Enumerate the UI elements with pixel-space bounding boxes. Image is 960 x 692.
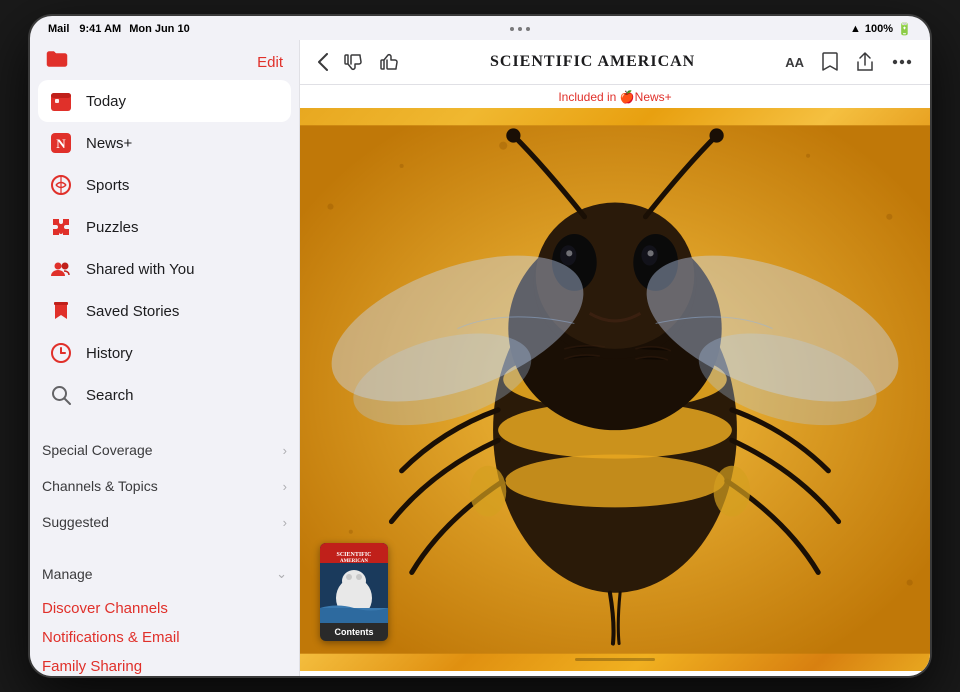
back-button[interactable]	[314, 49, 332, 75]
status-date: Mon Jun 10	[129, 23, 190, 35]
contents-label: Contents	[320, 623, 388, 641]
suggested-label: Suggested	[42, 514, 109, 530]
main-layout: Edit Today	[30, 40, 930, 676]
status-center	[510, 27, 530, 31]
news-plus-brand: 🍎News+	[620, 90, 672, 104]
shared-icon	[48, 256, 74, 282]
like-button[interactable]	[376, 48, 404, 76]
status-left: Mail 9:41 AM Mon Jun 10	[48, 23, 190, 35]
bookmark-button[interactable]	[818, 48, 842, 76]
family-sharing-link[interactable]: Family Sharing	[42, 652, 287, 676]
battery-icon: 🔋	[897, 22, 912, 36]
manage-links: Discover Channels Notifications & Email …	[30, 592, 299, 676]
svg-text:SCIENTIFIC: SCIENTIFIC	[336, 552, 371, 558]
article-title: SCIENTIFIC AMERICAN	[490, 53, 695, 71]
sidebar-item-shared[interactable]: Shared with You	[38, 248, 291, 290]
status-right: ▲ 100% 🔋	[850, 22, 912, 36]
ipad-frame: Mail 9:41 AM Mon Jun 10 ▲ 100% 🔋	[30, 16, 930, 676]
manage-chevron: ⌄	[276, 566, 287, 582]
status-mail: Mail	[48, 23, 69, 35]
svg-text:AMERICAN: AMERICAN	[340, 559, 368, 564]
history-icon	[48, 340, 74, 366]
article-content: Included in 🍎News+	[300, 85, 930, 676]
svg-text:N: N	[56, 136, 66, 151]
sidebar-header: Edit	[30, 40, 299, 80]
history-label: History	[86, 345, 133, 362]
manage-header[interactable]: Manage ⌄	[30, 556, 299, 592]
notifications-email-link[interactable]: Notifications & Email	[42, 623, 287, 652]
battery-percentage: 100%	[865, 23, 893, 35]
saved-icon	[48, 298, 74, 324]
toolbar-left	[314, 48, 404, 76]
more-button[interactable]	[888, 55, 916, 69]
text-size-button[interactable]: AA	[781, 51, 808, 74]
search-icon	[48, 382, 74, 408]
sidebar-nav: Today N News+	[30, 80, 299, 416]
manage-label: Manage	[42, 566, 93, 582]
sidebar-item-sports[interactable]: Sports	[38, 164, 291, 206]
folder-icon	[46, 50, 68, 74]
sports-icon	[48, 172, 74, 198]
sidebar-item-search[interactable]: Search	[38, 374, 291, 416]
bee-illustration	[300, 108, 930, 671]
sidebar-item-history[interactable]: History	[38, 332, 291, 374]
contents-thumbnail[interactable]: SCIENTIFIC AMERICAN	[320, 543, 388, 641]
sports-label: Sports	[86, 177, 129, 194]
puzzles-label: Puzzles	[86, 219, 139, 236]
newsplus-icon: N	[48, 130, 74, 156]
newsplus-label: News+	[86, 135, 132, 152]
news-plus-text: Included in	[558, 90, 619, 104]
today-label: Today	[86, 93, 126, 110]
dislike-button[interactable]	[340, 48, 368, 76]
toolbar-right: AA	[781, 48, 916, 76]
status-dots	[510, 27, 530, 31]
channels-topics-chevron: ›	[283, 479, 287, 494]
status-bar: Mail 9:41 AM Mon Jun 10 ▲ 100% 🔋	[30, 16, 930, 40]
manage-section: Manage ⌄ Discover Channels Notifications…	[30, 556, 299, 676]
wifi-icon: ▲	[850, 23, 861, 35]
puzzles-icon	[48, 214, 74, 240]
article-toolbar: SCIENTIFIC AMERICAN AA	[300, 40, 930, 85]
sidebar-sections: Special Coverage › Channels & Topics › S…	[30, 432, 299, 540]
status-time: 9:41 AM	[79, 23, 121, 35]
sidebar-item-channels-topics[interactable]: Channels & Topics ›	[30, 468, 299, 504]
edit-button[interactable]: Edit	[257, 54, 283, 71]
sidebar-item-today[interactable]: Today	[38, 80, 291, 122]
sidebar-item-suggested[interactable]: Suggested ›	[30, 504, 299, 540]
content-area: SCIENTIFIC AMERICAN AA	[300, 40, 930, 676]
today-icon	[48, 88, 74, 114]
sidebar-item-special-coverage[interactable]: Special Coverage ›	[30, 432, 299, 468]
discover-channels-link[interactable]: Discover Channels	[42, 594, 287, 623]
article-hero: SCIENTIFIC AMERICAN	[300, 108, 930, 671]
special-coverage-chevron: ›	[283, 443, 287, 458]
shared-label: Shared with You	[86, 261, 194, 278]
sidebar-item-newsplus[interactable]: N News+	[38, 122, 291, 164]
aa-label: AA	[785, 55, 804, 70]
sidebar: Edit Today	[30, 40, 300, 676]
sidebar-item-puzzles[interactable]: Puzzles	[38, 206, 291, 248]
share-button[interactable]	[852, 48, 878, 76]
channels-topics-label: Channels & Topics	[42, 478, 158, 494]
saved-label: Saved Stories	[86, 303, 179, 320]
contents-thumb-image: SCIENTIFIC AMERICAN	[320, 543, 388, 623]
sidebar-item-saved[interactable]: Saved Stories	[38, 290, 291, 332]
suggested-chevron: ›	[283, 515, 287, 530]
page-indicator	[575, 658, 655, 661]
special-coverage-label: Special Coverage	[42, 442, 153, 458]
search-label: Search	[86, 387, 134, 404]
news-plus-badge: Included in 🍎News+	[300, 85, 930, 108]
